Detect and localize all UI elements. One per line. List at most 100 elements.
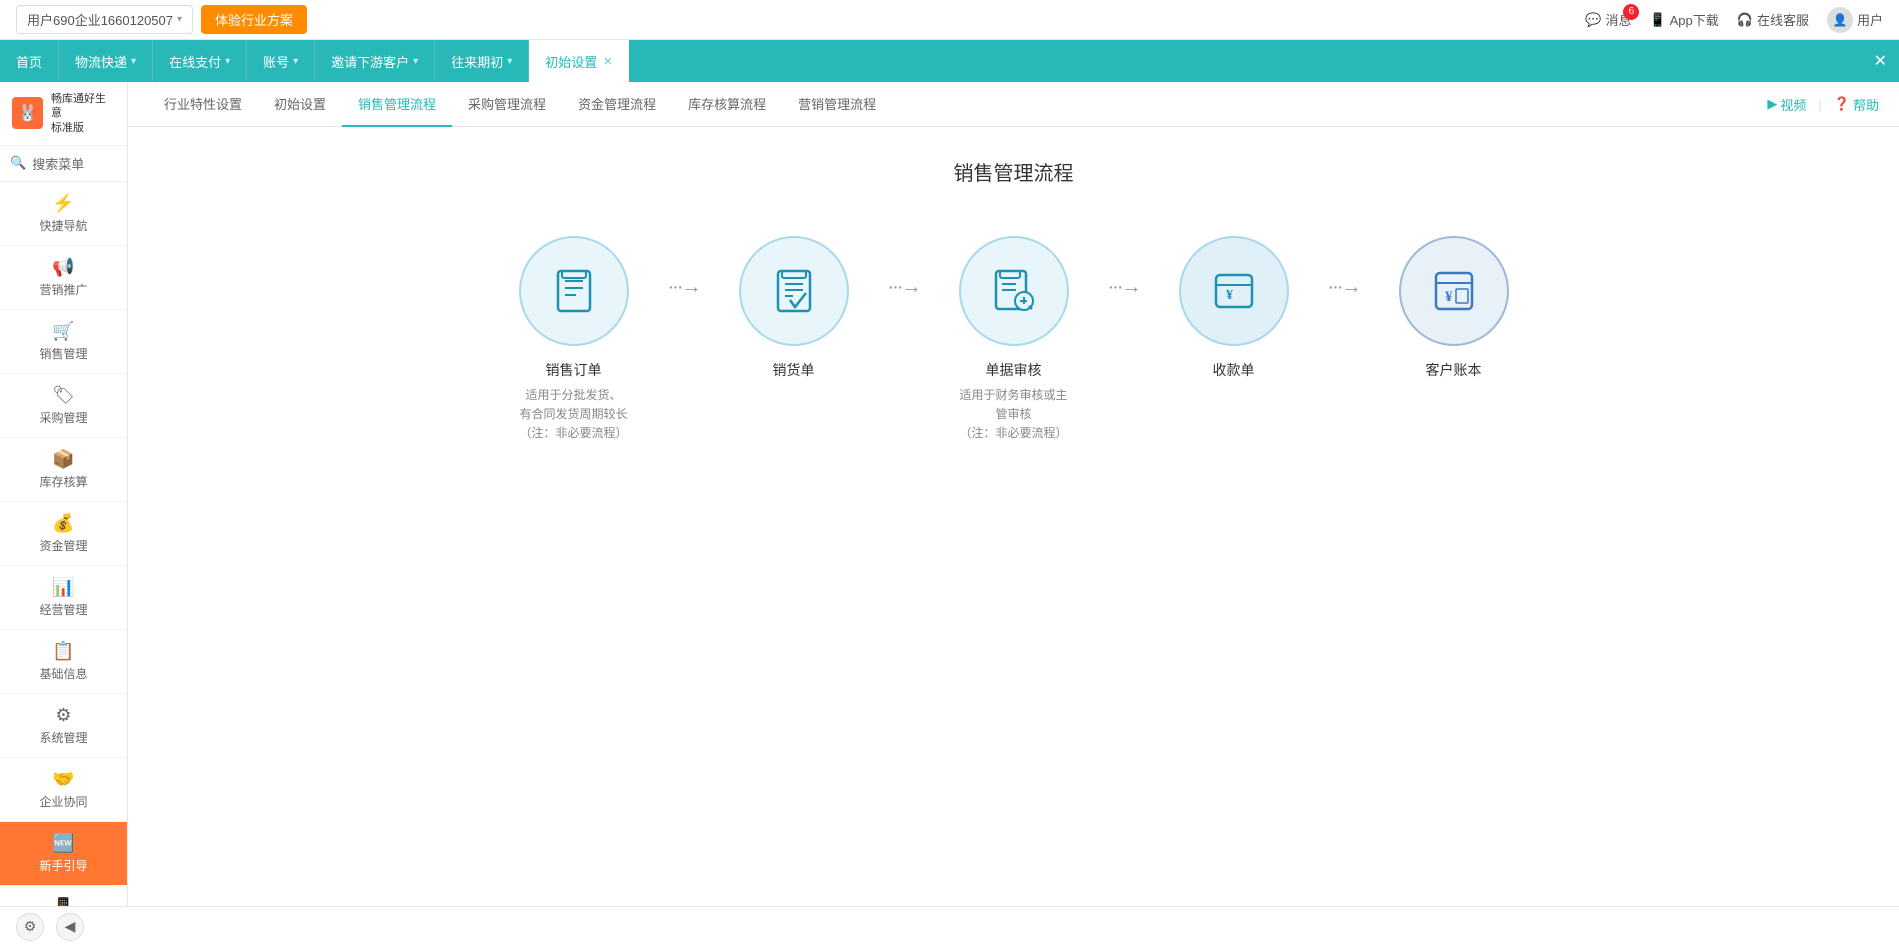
sidebar-item-new-guide[interactable]: 🆕 新手引导 xyxy=(0,822,127,886)
sidebar-item-system[interactable]: ⚙ 系统管理 xyxy=(0,694,127,758)
search-menu[interactable]: 🔍 搜索菜单 xyxy=(0,146,127,182)
flow-step-ledger: ¥ 客户账本 xyxy=(1374,236,1534,386)
review-name: 单据审核 xyxy=(986,360,1042,380)
arrow-4: ···→ xyxy=(1314,236,1374,359)
system-icon: ⚙ xyxy=(55,704,71,727)
app-label: App下载 xyxy=(1670,10,1719,29)
logo-text: 畅库通好生意 标准版 xyxy=(51,92,115,135)
sidebar-item-ops[interactable]: 📊 经营管理 xyxy=(0,566,127,630)
collab-label: 企业协同 xyxy=(39,795,87,811)
flow-step-sales-order: 销售订单 适用于分批发货、有合同发货周期较长（注：非必要流程） xyxy=(494,236,654,444)
quick-nav-icon: ⚡ xyxy=(52,192,74,215)
sub-tab-actions: ▶ 视频 | ❓ 帮助 xyxy=(1767,95,1879,114)
settings-icon: ⚙ xyxy=(24,918,37,935)
arrow-2: ···→ xyxy=(874,236,934,359)
arrow-3: ···→ xyxy=(1094,236,1154,359)
chevron-down-icon: ▾ xyxy=(177,14,182,25)
user-selector[interactable]: 用户690企业1660120507 ▾ xyxy=(16,5,193,34)
tab-account[interactable]: 账号 ▾ xyxy=(247,40,315,82)
online-service-button[interactable]: 🎧 在线客服 xyxy=(1737,10,1809,29)
close-all-tabs-button[interactable]: ✕ xyxy=(1862,40,1899,82)
receipt-name: 收款单 xyxy=(1213,360,1255,380)
logo-icon: 🐰 xyxy=(12,97,43,129)
sub-tab-marketing-flow[interactable]: 营销管理流程 xyxy=(782,82,892,127)
help-icon: ❓ xyxy=(1834,96,1850,112)
message-icon: 💬 xyxy=(1585,12,1601,28)
user-name: 用户 xyxy=(1857,10,1883,29)
flow-circle-review xyxy=(959,236,1069,346)
sub-tab-purchase-flow[interactable]: 采购管理流程 xyxy=(452,82,562,127)
tab-logistics-label: 物流快递 xyxy=(75,52,127,71)
tab-init-settings-label: 初始设置 xyxy=(545,52,597,71)
flow-title: 销售管理流程 xyxy=(168,157,1859,186)
flow-circle-ledger: ¥ xyxy=(1399,236,1509,346)
invoice-name: 销货单 xyxy=(773,360,815,380)
basic-label: 基础信息 xyxy=(39,667,87,683)
tab-payment[interactable]: 在线支付 ▾ xyxy=(153,40,247,82)
sidebar-item-finance[interactable]: 💰 资金管理 xyxy=(0,502,127,566)
sidebar-item-inventory[interactable]: 📦 库存核算 xyxy=(0,438,127,502)
finance-icon: 💰 xyxy=(52,512,74,535)
collab-icon: 🤝 xyxy=(52,768,74,791)
tab-payment-label: 在线支付 xyxy=(169,52,221,71)
marketing-icon: 📢 xyxy=(52,256,74,279)
sidebar-item-purchase[interactable]: 🏷 采购管理 xyxy=(0,374,127,438)
sidebar-item-marketing[interactable]: 📢 营销推广 xyxy=(0,246,127,310)
sidebar-item-app-center[interactable]: 📱 应用中心 xyxy=(0,886,127,906)
tab-invite[interactable]: 邀请下游客户 ▾ xyxy=(315,40,435,82)
content-area: 行业特性设置 初始设置 销售管理流程 采购管理流程 资金管理流程 库存核算流程 … xyxy=(128,82,1899,906)
tab-period[interactable]: 往来期初 ▾ xyxy=(435,40,529,82)
sub-tab-inventory-flow[interactable]: 库存核算流程 xyxy=(672,82,782,127)
dropdown-icon: ▾ xyxy=(507,56,512,67)
dropdown-icon: ▾ xyxy=(293,56,298,67)
nav-tabs: 首页 物流快递 ▾ 在线支付 ▾ 账号 ▾ 邀请下游客户 ▾ 往来期初 ▾ 初始… xyxy=(0,40,1899,82)
ledger-name: 客户账本 xyxy=(1426,360,1482,380)
flow-step-review: 单据审核 适用于财务审核或主管审核（注：非必要流程） xyxy=(934,236,1094,444)
settings-button[interactable]: ⚙ xyxy=(16,913,44,941)
tab-account-label: 账号 xyxy=(263,52,289,71)
collapse-icon: ◀ xyxy=(65,918,76,935)
sub-tab-sales-flow[interactable]: 销售管理流程 xyxy=(342,82,452,127)
sales-label: 销售管理 xyxy=(39,347,87,363)
user-avatar-button[interactable]: 👤 用户 xyxy=(1827,7,1883,33)
flow-circle-invoice xyxy=(739,236,849,346)
tab-logistics[interactable]: 物流快递 ▾ xyxy=(59,40,153,82)
help-link[interactable]: ❓ 帮助 xyxy=(1834,95,1879,114)
dropdown-icon: ▾ xyxy=(413,56,418,67)
sidebar-item-collab[interactable]: 🤝 企业协同 xyxy=(0,758,127,822)
tab-invite-label: 邀请下游客户 xyxy=(331,52,409,71)
logo-line1: 畅库通好生意 xyxy=(51,92,115,121)
system-label: 系统管理 xyxy=(39,731,87,747)
review-desc: 适用于财务审核或主管审核（注：非必要流程） xyxy=(959,386,1067,444)
tab-home[interactable]: 首页 xyxy=(0,40,59,82)
sub-tab-industry[interactable]: 行业特性设置 xyxy=(148,82,258,127)
close-icon[interactable]: ✕ xyxy=(603,55,612,68)
collapse-button[interactable]: ◀ xyxy=(56,913,84,941)
ops-icon: 📊 xyxy=(52,576,74,599)
sub-tab-init[interactable]: 初始设置 xyxy=(258,82,342,127)
finance-label: 资金管理 xyxy=(39,539,87,555)
top-bar-right: 💬 消息 6 📱 App下载 🎧 在线客服 👤 用户 xyxy=(1585,7,1883,33)
ops-label: 经营管理 xyxy=(39,603,87,619)
sidebar-item-quick-nav[interactable]: ⚡ 快捷导航 xyxy=(0,182,127,246)
purchase-label: 采购管理 xyxy=(39,411,87,427)
sales-icon: 🛒 xyxy=(52,320,74,343)
purchase-icon: 🏷 xyxy=(52,384,75,407)
app-download-button[interactable]: 📱 App下载 xyxy=(1649,10,1718,29)
video-link[interactable]: ▶ 视频 xyxy=(1767,95,1806,114)
arrow-1: ···→ xyxy=(654,236,714,359)
inventory-icon: 📦 xyxy=(52,448,74,471)
svg-text:¥: ¥ xyxy=(1445,289,1453,305)
flow-step-invoice: 销货单 xyxy=(714,236,874,386)
main-layout: 🐰 畅库通好生意 标准版 🔍 搜索菜单 ⚡ 快捷导航 📢 营销推广 🛒 销售管理… xyxy=(0,82,1899,906)
sidebar-item-basic[interactable]: 📋 基础信息 xyxy=(0,630,127,694)
flow-step-receipt: ¥ 收款单 xyxy=(1154,236,1314,386)
experience-button[interactable]: 体验行业方案 xyxy=(201,5,307,34)
sidebar-item-sales[interactable]: 🛒 销售管理 xyxy=(0,310,127,374)
messages-button[interactable]: 💬 消息 6 xyxy=(1585,10,1631,29)
search-icon: 🔍 xyxy=(10,155,26,171)
tab-init-settings[interactable]: 初始设置 ✕ xyxy=(529,40,629,82)
marketing-label: 营销推广 xyxy=(39,283,87,299)
logo-line2: 标准版 xyxy=(51,121,115,135)
sub-tab-finance-flow[interactable]: 资金管理流程 xyxy=(562,82,672,127)
